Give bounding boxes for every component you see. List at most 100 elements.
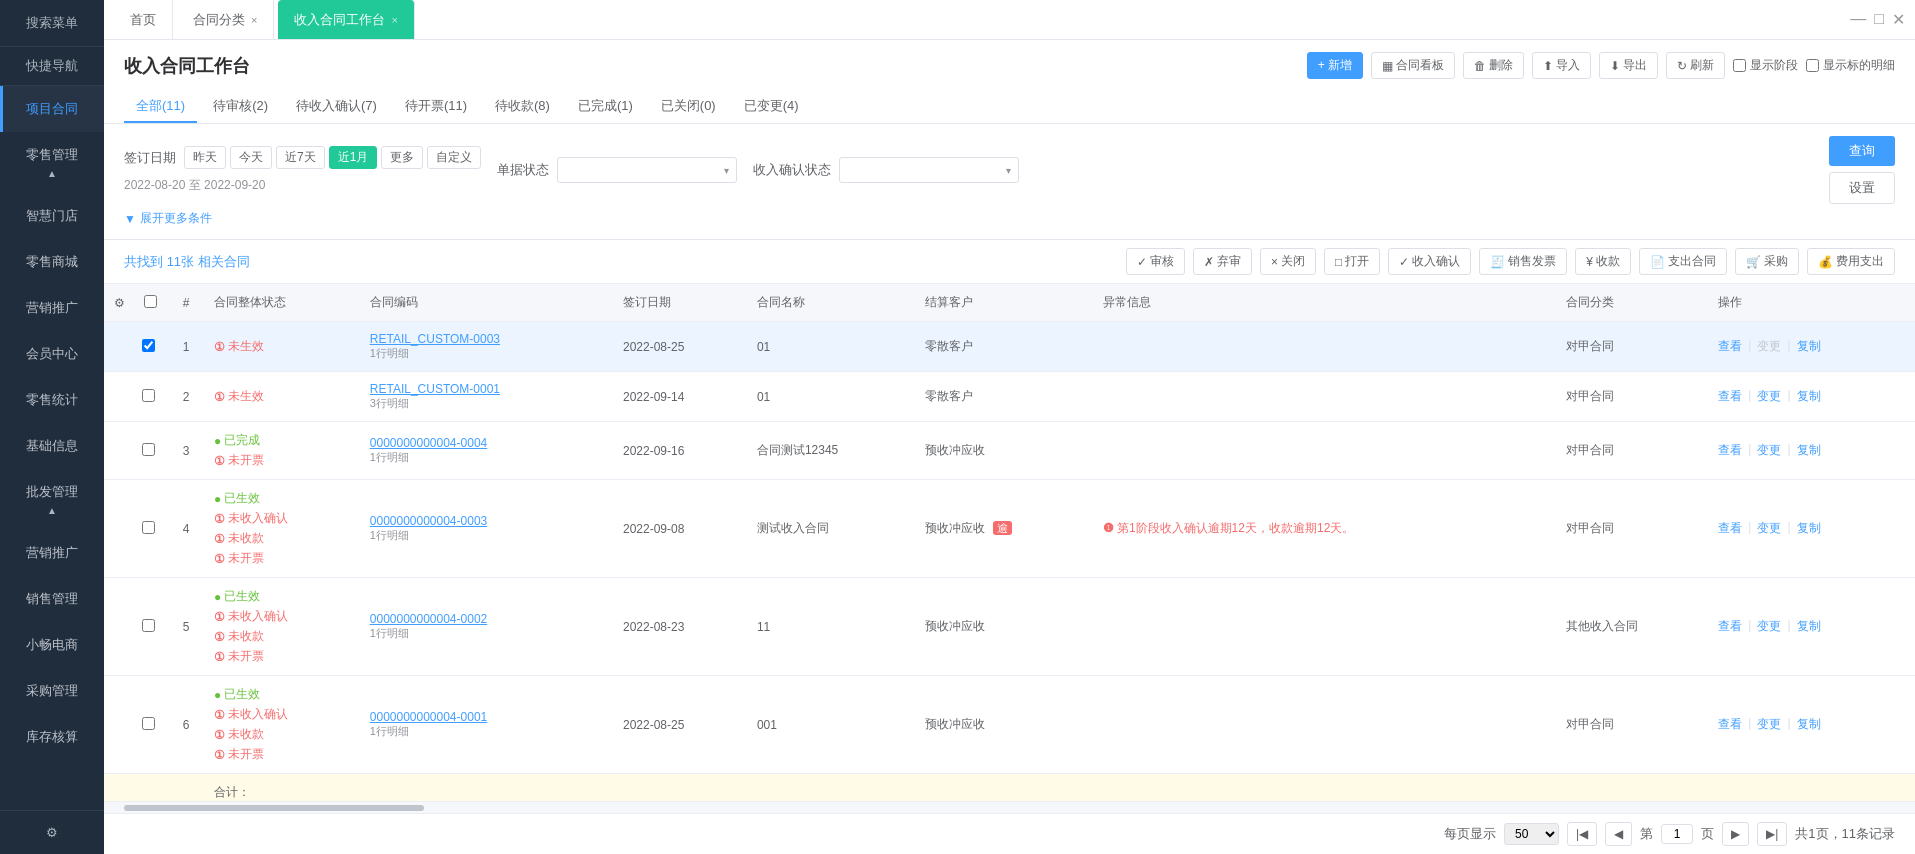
row3-code[interactable]: 0000000000004-0004 1行明细 xyxy=(362,422,615,480)
filter-tab-all[interactable]: 全部(11) xyxy=(124,91,197,123)
date-yesterday[interactable]: 昨天 xyxy=(184,146,226,169)
page-input[interactable] xyxy=(1661,824,1693,844)
tab-income-workbench[interactable]: 收入合同工作台 × xyxy=(278,0,414,39)
row6-change[interactable]: 变更 xyxy=(1757,716,1781,733)
sidebar-item-marketing1[interactable]: 营销推广 xyxy=(0,285,104,331)
purchase-btn[interactable]: 🛒 采购 xyxy=(1735,248,1799,275)
close-tab-contract-cat[interactable]: × xyxy=(251,14,257,26)
row1-copy[interactable]: 复制 xyxy=(1797,338,1821,355)
sidebar-item-retail-mall[interactable]: 零售商城 xyxy=(0,239,104,285)
row6-check[interactable] xyxy=(134,676,166,774)
income-confirm-select[interactable] xyxy=(839,157,1019,183)
col-settings[interactable]: ⚙ xyxy=(104,284,134,322)
row5-check[interactable] xyxy=(134,578,166,676)
filter-tab-closed[interactable]: 已关闭(0) xyxy=(649,91,728,123)
row5-change[interactable]: 变更 xyxy=(1757,618,1781,635)
open-btn[interactable]: □ 打开 xyxy=(1324,248,1380,275)
sidebar-item-smart-store[interactable]: 智慧门店 xyxy=(0,193,104,239)
date-custom[interactable]: 自定义 xyxy=(427,146,481,169)
sidebar-item-wholesale[interactable]: 批发管理 ▲ xyxy=(0,469,104,530)
filter-tab-changed[interactable]: 已变更(4) xyxy=(732,91,811,123)
tab-home[interactable]: 首页 xyxy=(114,0,173,39)
doc-status-select[interactable] xyxy=(557,157,737,183)
sidebar-item-retail-mgmt[interactable]: 零售管理 ▲ xyxy=(0,132,104,193)
filter-tab-pending-payment[interactable]: 待收款(8) xyxy=(483,91,562,123)
row6-copy[interactable]: 复制 xyxy=(1797,716,1821,733)
import-button[interactable]: ⬆ 导入 xyxy=(1532,52,1591,79)
query-button[interactable]: 查询 xyxy=(1829,136,1895,166)
row1-code[interactable]: RETAIL_CUSTOM-0003 1行明细 xyxy=(362,322,615,372)
sidebar-settings[interactable]: ⚙ xyxy=(0,810,104,854)
delete-button[interactable]: 🗑 删除 xyxy=(1463,52,1524,79)
row2-view[interactable]: 查看 xyxy=(1718,388,1742,405)
row4-check[interactable] xyxy=(134,480,166,578)
income-confirm-btn[interactable]: ✓ 收入确认 xyxy=(1388,248,1471,275)
close-button[interactable]: ✕ xyxy=(1892,10,1905,29)
maximize-button[interactable]: □ xyxy=(1874,10,1884,29)
sidebar-search[interactable]: 搜索菜单 xyxy=(0,0,104,47)
row4-change[interactable]: 变更 xyxy=(1757,520,1781,537)
select-all-checkbox[interactable] xyxy=(144,295,157,308)
first-page-btn[interactable]: |◀ xyxy=(1567,822,1597,846)
row3-check[interactable] xyxy=(134,422,166,480)
row6-code[interactable]: 0000000000004-0001 1行明细 xyxy=(362,676,615,774)
date-more[interactable]: 更多 xyxy=(381,146,423,169)
close-tab-income-workbench[interactable]: × xyxy=(391,14,397,26)
sidebar-item-inventory[interactable]: 库存核算 xyxy=(0,714,104,760)
refresh-button[interactable]: ↻ 刷新 xyxy=(1666,52,1725,79)
sidebar-item-sales-mgmt[interactable]: 销售管理 xyxy=(0,576,104,622)
page-size-select[interactable]: 50 100 xyxy=(1504,823,1559,845)
row4-copy[interactable]: 复制 xyxy=(1797,520,1821,537)
row1-view[interactable]: 查看 xyxy=(1718,338,1742,355)
row5-view[interactable]: 查看 xyxy=(1718,618,1742,635)
payment-btn[interactable]: ¥ 收款 xyxy=(1575,248,1631,275)
sidebar-item-project[interactable]: 项目合同 xyxy=(0,86,104,132)
row6-view[interactable]: 查看 xyxy=(1718,716,1742,733)
row1-check[interactable] xyxy=(134,322,166,372)
filter-tab-pending-confirm[interactable]: 待收入确认(7) xyxy=(284,91,389,123)
row3-view[interactable]: 查看 xyxy=(1718,442,1742,459)
date-last7[interactable]: 近7天 xyxy=(276,146,325,169)
filter-tab-pending-review[interactable]: 待审核(2) xyxy=(201,91,280,123)
kanban-button[interactable]: ▦ 合同看板 xyxy=(1371,52,1455,79)
row5-code[interactable]: 0000000000004-0002 1行明细 xyxy=(362,578,615,676)
col-check[interactable] xyxy=(134,284,166,322)
sidebar-quicknav[interactable]: 快捷导航 xyxy=(0,47,104,86)
sidebar-item-retail-stats[interactable]: 零售统计 xyxy=(0,377,104,423)
next-page-btn[interactable]: ▶ xyxy=(1722,822,1749,846)
sidebar-item-sales-promo[interactable]: 营销推广 xyxy=(0,530,104,576)
close-btn[interactable]: × 关闭 xyxy=(1260,248,1316,275)
sales-invoice-btn[interactable]: 🧾 销售发票 xyxy=(1479,248,1567,275)
sidebar-item-member[interactable]: 会员中心 xyxy=(0,331,104,377)
row3-copy[interactable]: 复制 xyxy=(1797,442,1821,459)
abandon-btn[interactable]: ✗ 弃审 xyxy=(1193,248,1252,275)
date-today[interactable]: 今天 xyxy=(230,146,272,169)
export-button[interactable]: ⬇ 导出 xyxy=(1599,52,1658,79)
filter-tab-pending-invoice[interactable]: 待开票(11) xyxy=(393,91,479,123)
settings-button[interactable]: 设置 xyxy=(1829,172,1895,204)
income-confirm-select-wrapper[interactable] xyxy=(839,157,1019,183)
show-fields-checkbox[interactable]: 显示阶段 xyxy=(1733,57,1798,74)
expense-btn[interactable]: 💰 费用支出 xyxy=(1807,248,1895,275)
row4-view[interactable]: 查看 xyxy=(1718,520,1742,537)
expand-filter-btn[interactable]: ▼ 展开更多条件 xyxy=(124,210,1895,227)
row5-copy[interactable]: 复制 xyxy=(1797,618,1821,635)
review-btn[interactable]: ✓ 审核 xyxy=(1126,248,1185,275)
row2-code[interactable]: RETAIL_CUSTOM-0001 3行明细 xyxy=(362,372,615,422)
tab-contract-cat[interactable]: 合同分类 × xyxy=(177,0,274,39)
filter-tab-completed[interactable]: 已完成(1) xyxy=(566,91,645,123)
sidebar-item-base-info[interactable]: 基础信息 xyxy=(0,423,104,469)
row2-copy[interactable]: 复制 xyxy=(1797,388,1821,405)
row4-code[interactable]: 0000000000004-0003 1行明细 xyxy=(362,480,615,578)
row2-check[interactable] xyxy=(134,372,166,422)
horizontal-scrollbar[interactable] xyxy=(124,805,424,811)
sidebar-item-purchase[interactable]: 采购管理 xyxy=(0,668,104,714)
date-last1month[interactable]: 近1月 xyxy=(329,146,378,169)
row2-change[interactable]: 变更 xyxy=(1757,388,1781,405)
prev-page-btn[interactable]: ◀ xyxy=(1605,822,1632,846)
minimize-button[interactable]: — xyxy=(1850,10,1866,29)
add-button[interactable]: + 新增 xyxy=(1307,52,1363,79)
row3-change[interactable]: 变更 xyxy=(1757,442,1781,459)
show-details-checkbox[interactable]: 显示标的明细 xyxy=(1806,57,1895,74)
sub-contract-btn[interactable]: 📄 支出合同 xyxy=(1639,248,1727,275)
